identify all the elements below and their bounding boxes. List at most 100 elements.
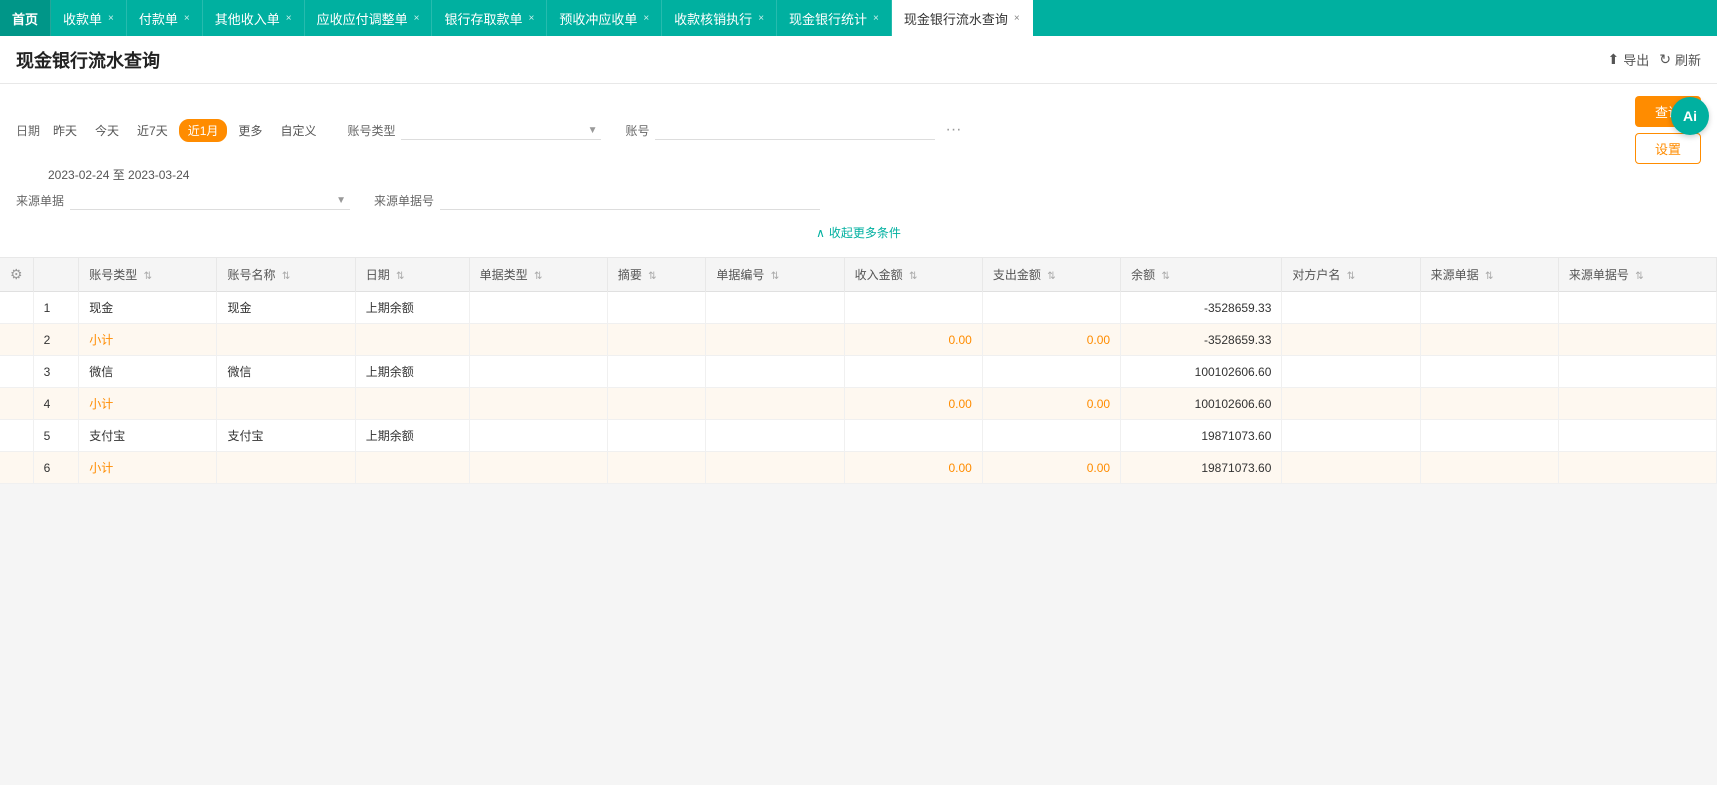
export-button[interactable]: ⬆ 导出: [1608, 50, 1650, 69]
row-account-name: 现金: [217, 292, 355, 324]
gear-icon[interactable]: ⚙: [10, 266, 23, 282]
row-summary: [607, 420, 706, 452]
row-account-name: [217, 388, 355, 420]
close-icon[interactable]: ×: [286, 13, 292, 24]
column-summary[interactable]: 摘要 ⇅: [607, 258, 706, 292]
nav-item-bank[interactable]: 银行存取款单 ×: [432, 0, 547, 36]
collapse-row: ∧ 收起更多条件: [16, 220, 1701, 245]
column-expense[interactable]: 支出金额 ⇅: [982, 258, 1120, 292]
nav-item-home[interactable]: 首页: [0, 0, 51, 36]
close-icon[interactable]: ×: [643, 13, 649, 24]
collapse-button[interactable]: ∧ 收起更多条件: [816, 224, 901, 241]
row-index: 1: [33, 292, 79, 324]
row-source-doc: [1420, 292, 1558, 324]
row-gear: [0, 324, 33, 356]
date-btn-more[interactable]: 更多: [231, 119, 269, 142]
table-row: 1 现金 现金 上期余额 -3528659.33: [0, 292, 1717, 324]
column-counter-party[interactable]: 对方户名 ⇅: [1282, 258, 1420, 292]
close-icon[interactable]: ×: [873, 13, 879, 24]
column-doc-no[interactable]: 单据编号 ⇅: [706, 258, 844, 292]
row-balance: -3528659.33: [1121, 292, 1282, 324]
source-doc-input[interactable]: [70, 191, 350, 210]
nav-item-receive[interactable]: 收款单 ×: [51, 0, 127, 36]
row-counter-party: [1282, 292, 1420, 324]
header-actions: ⬆ 导出 ↻ 刷新: [1608, 50, 1702, 69]
sort-icon: ⇅: [1161, 271, 1169, 282]
close-icon[interactable]: ×: [1014, 13, 1020, 24]
date-btn-7days[interactable]: 近7天: [130, 119, 175, 142]
row-account-name: 微信: [217, 356, 355, 388]
row-doc-type: [469, 292, 607, 324]
row-balance: 19871073.60: [1121, 420, 1282, 452]
sort-icon: ⇅: [282, 271, 290, 282]
date-btn-custom[interactable]: 自定义: [273, 119, 323, 142]
date-btn-today[interactable]: 今天: [88, 119, 126, 142]
sort-icon: ⇅: [1047, 271, 1055, 282]
table-body: 1 现金 现金 上期余额 -3528659.33 2 小计 0.00 0.00 …: [0, 292, 1717, 484]
row-income: 0.00: [844, 452, 982, 484]
sort-icon: ⇅: [909, 271, 917, 282]
table-row: 6 小计 0.00 0.00 19871073.60: [0, 452, 1717, 484]
account-input[interactable]: [655, 121, 935, 140]
close-icon[interactable]: ×: [528, 13, 534, 24]
close-icon[interactable]: ×: [108, 13, 114, 24]
collapse-up-icon: ∧: [816, 226, 825, 240]
close-icon[interactable]: ×: [184, 13, 190, 24]
row-doc-type: [469, 388, 607, 420]
row-source-doc: [1420, 388, 1558, 420]
date-btn-yesterday[interactable]: 昨天: [46, 119, 84, 142]
row-doc-no: [706, 420, 844, 452]
account-filter: 账号 ···: [625, 121, 961, 140]
column-account-type[interactable]: 账号类型 ⇅: [79, 258, 217, 292]
date-btn-1month[interactable]: 近1月: [179, 119, 228, 142]
ai-badge[interactable]: Ai: [1671, 97, 1709, 135]
column-source-doc[interactable]: 来源单据 ⇅: [1420, 258, 1558, 292]
row-counter-party: [1282, 420, 1420, 452]
close-icon[interactable]: ×: [414, 13, 420, 24]
refresh-button[interactable]: ↻ 刷新: [1659, 50, 1701, 69]
setting-button[interactable]: 设置: [1635, 133, 1701, 164]
table-row: 2 小计 0.00 0.00 -3528659.33: [0, 324, 1717, 356]
date-range-display: 2023-02-24 至 2023-03-24: [48, 168, 189, 182]
source-doc-num-input[interactable]: [440, 191, 820, 210]
row-doc-no: [706, 292, 844, 324]
nav-item-pay[interactable]: 付款单 ×: [127, 0, 203, 36]
nav-item-other-income[interactable]: 其他收入单 ×: [203, 0, 305, 36]
nav-item-prepay[interactable]: 预收冲应收单 ×: [547, 0, 662, 36]
data-table: ⚙ 账号类型 ⇅ 账号名称 ⇅ 日期 ⇅ 单据类型 ⇅: [0, 258, 1717, 484]
column-income[interactable]: 收入金额 ⇅: [844, 258, 982, 292]
row-gear: [0, 292, 33, 324]
filter-area: 日期 昨天 今天 近7天 近1月 更多 自定义 账号类型 ▼ 账号 ···: [0, 84, 1717, 258]
sort-icon: ⇅: [396, 271, 404, 282]
nav-item-stats[interactable]: 现金银行统计 ×: [777, 0, 892, 36]
row-balance: -3528659.33: [1121, 324, 1282, 356]
nav-item-flow[interactable]: 现金银行流水查询 ×: [892, 0, 1033, 36]
row-date: [355, 324, 469, 356]
row-balance: 100102606.60: [1121, 388, 1282, 420]
column-date[interactable]: 日期 ⇅: [355, 258, 469, 292]
column-doc-type[interactable]: 单据类型 ⇅: [469, 258, 607, 292]
column-account-name[interactable]: 账号名称 ⇅: [217, 258, 355, 292]
row-index: 2: [33, 324, 79, 356]
account-type-input[interactable]: [401, 121, 601, 140]
row-expense: [982, 420, 1120, 452]
row-expense: [982, 292, 1120, 324]
row-source-doc-no: [1558, 420, 1716, 452]
row-income: [844, 292, 982, 324]
nav-item-adjust[interactable]: 应收应付调整单 ×: [305, 0, 433, 36]
source-doc-filter: 来源单据 ▼: [16, 191, 350, 210]
column-gear[interactable]: ⚙: [0, 258, 33, 292]
row-index: 4: [33, 388, 79, 420]
row-index: 6: [33, 452, 79, 484]
row-account-type: 现金: [79, 292, 217, 324]
nav-item-verify[interactable]: 收款核销执行 ×: [662, 0, 777, 36]
row-income: 0.00: [844, 324, 982, 356]
sort-icon: ⇅: [1485, 271, 1493, 282]
column-index: [33, 258, 79, 292]
more-options-icon[interactable]: ···: [945, 121, 961, 139]
column-source-doc-no[interactable]: 来源单据号 ⇅: [1558, 258, 1716, 292]
row-gear: [0, 356, 33, 388]
column-balance[interactable]: 余额 ⇅: [1121, 258, 1282, 292]
row-counter-party: [1282, 356, 1420, 388]
close-icon[interactable]: ×: [758, 13, 764, 24]
